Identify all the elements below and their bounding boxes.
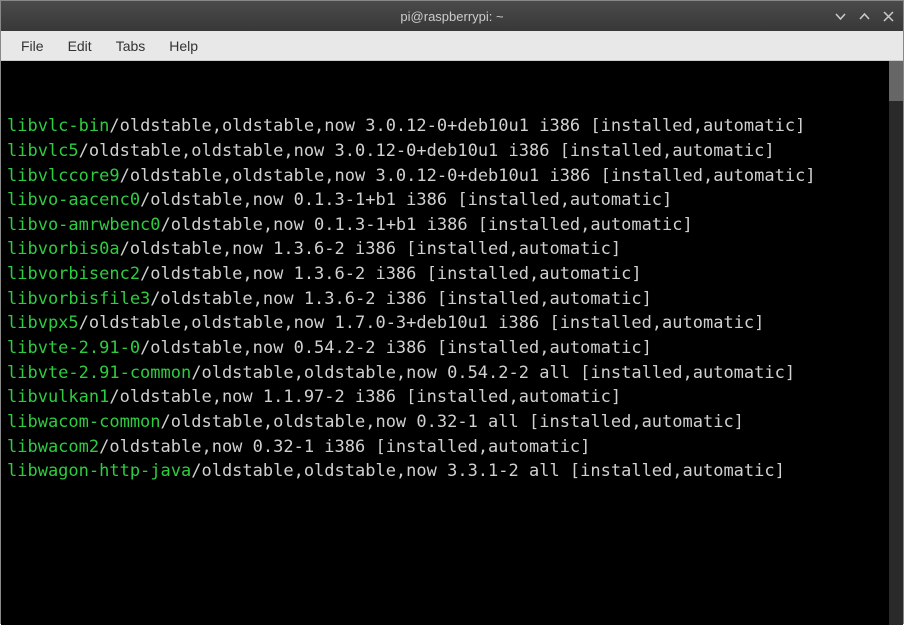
package-details: /oldstable,now 0.32-1 i386 [installed,au…: [99, 437, 590, 457]
package-line: libwacom2/oldstable,now 0.32-1 i386 [ins…: [7, 435, 897, 460]
package-line: libvorbis0a/oldstable,now 1.3.6-2 i386 […: [7, 237, 897, 262]
package-line: libvte-2.91-0/oldstable,now 0.54.2-2 i38…: [7, 336, 897, 361]
package-line: libvorbisenc2/oldstable,now 1.3.6-2 i386…: [7, 262, 897, 287]
scrollbar[interactable]: [889, 61, 903, 625]
package-name: libvlc5: [7, 141, 79, 161]
menu-file[interactable]: File: [9, 34, 56, 58]
package-details: /oldstable,now 1.3.6-2 i386 [installed,a…: [140, 264, 642, 284]
package-name: libvulkan1: [7, 387, 109, 407]
package-line: libvte-2.91-common/oldstable,oldstable,n…: [7, 361, 897, 386]
package-line: libwacom-common/oldstable,oldstable,now …: [7, 410, 897, 435]
package-details: /oldstable,oldstable,now 3.0.12-0+deb10u…: [109, 116, 805, 136]
package-details: /oldstable,oldstable,now 0.32-1 all [ins…: [161, 412, 744, 432]
package-details: /oldstable,oldstable,now 3.3.1-2 all [in…: [191, 461, 785, 481]
package-line: libvpx5/oldstable,oldstable,now 1.7.0-3+…: [7, 311, 897, 336]
package-name: libwagon-http-java: [7, 461, 191, 481]
package-details: /oldstable,now 0.1.3-1+b1 i386 [installe…: [161, 215, 693, 235]
package-details: /oldstable,now 0.1.3-1+b1 i386 [installe…: [140, 190, 672, 210]
menu-tabs[interactable]: Tabs: [104, 34, 158, 58]
package-name: libvorbisenc2: [7, 264, 140, 284]
package-name: libvorbis0a: [7, 239, 120, 259]
package-details: /oldstable,oldstable,now 3.0.12-0+deb10u…: [79, 141, 775, 161]
package-name: libvte-2.91-common: [7, 363, 191, 383]
window-controls: [833, 9, 895, 23]
maximize-icon[interactable]: [857, 9, 871, 23]
package-name: libvte-2.91-0: [7, 338, 140, 358]
close-icon[interactable]: [881, 9, 895, 23]
package-line: libvorbisfile3/oldstable,now 1.3.6-2 i38…: [7, 287, 897, 312]
window-titlebar: pi@raspberrypi: ~: [1, 1, 903, 31]
package-line: libwagon-http-java/oldstable,oldstable,n…: [7, 459, 897, 484]
package-line: libvlc-bin/oldstable,oldstable,now 3.0.1…: [7, 114, 897, 139]
package-details: /oldstable,oldstable,now 3.0.12-0+deb10u…: [120, 166, 816, 186]
package-line: libvo-amrwbenc0/oldstable,now 0.1.3-1+b1…: [7, 213, 897, 238]
package-name: libvlc-bin: [7, 116, 109, 136]
terminal-output[interactable]: libvlc-bin/oldstable,oldstable,now 3.0.1…: [1, 61, 903, 625]
package-line: libvlccore9/oldstable,oldstable,now 3.0.…: [7, 164, 897, 189]
package-name: libvo-amrwbenc0: [7, 215, 161, 235]
minimize-icon[interactable]: [833, 9, 847, 23]
window-title: pi@raspberrypi: ~: [1, 9, 903, 24]
package-details: /oldstable,oldstable,now 1.7.0-3+deb10u1…: [79, 313, 765, 333]
package-name: libwacom-common: [7, 412, 161, 432]
menubar: File Edit Tabs Help: [1, 31, 903, 61]
package-details: /oldstable,oldstable,now 0.54.2-2 all [i…: [191, 363, 795, 383]
package-details: /oldstable,now 0.54.2-2 i386 [installed,…: [140, 338, 652, 358]
menu-help[interactable]: Help: [157, 34, 210, 58]
package-details: /oldstable,now 1.3.6-2 i386 [installed,a…: [150, 289, 652, 309]
package-name: libvorbisfile3: [7, 289, 150, 309]
package-line: libvlc5/oldstable,oldstable,now 3.0.12-0…: [7, 139, 897, 164]
package-line: libvo-aacenc0/oldstable,now 0.1.3-1+b1 i…: [7, 188, 897, 213]
package-name: libvo-aacenc0: [7, 190, 140, 210]
menu-edit[interactable]: Edit: [56, 34, 104, 58]
package-name: libvlccore9: [7, 166, 120, 186]
package-name: libwacom2: [7, 437, 99, 457]
package-details: /oldstable,now 1.1.97-2 i386 [installed,…: [109, 387, 621, 407]
package-details: /oldstable,now 1.3.6-2 i386 [installed,a…: [120, 239, 622, 259]
package-line: libvulkan1/oldstable,now 1.1.97-2 i386 […: [7, 385, 897, 410]
package-name: libvpx5: [7, 313, 79, 333]
scrollbar-thumb[interactable]: [889, 61, 903, 101]
